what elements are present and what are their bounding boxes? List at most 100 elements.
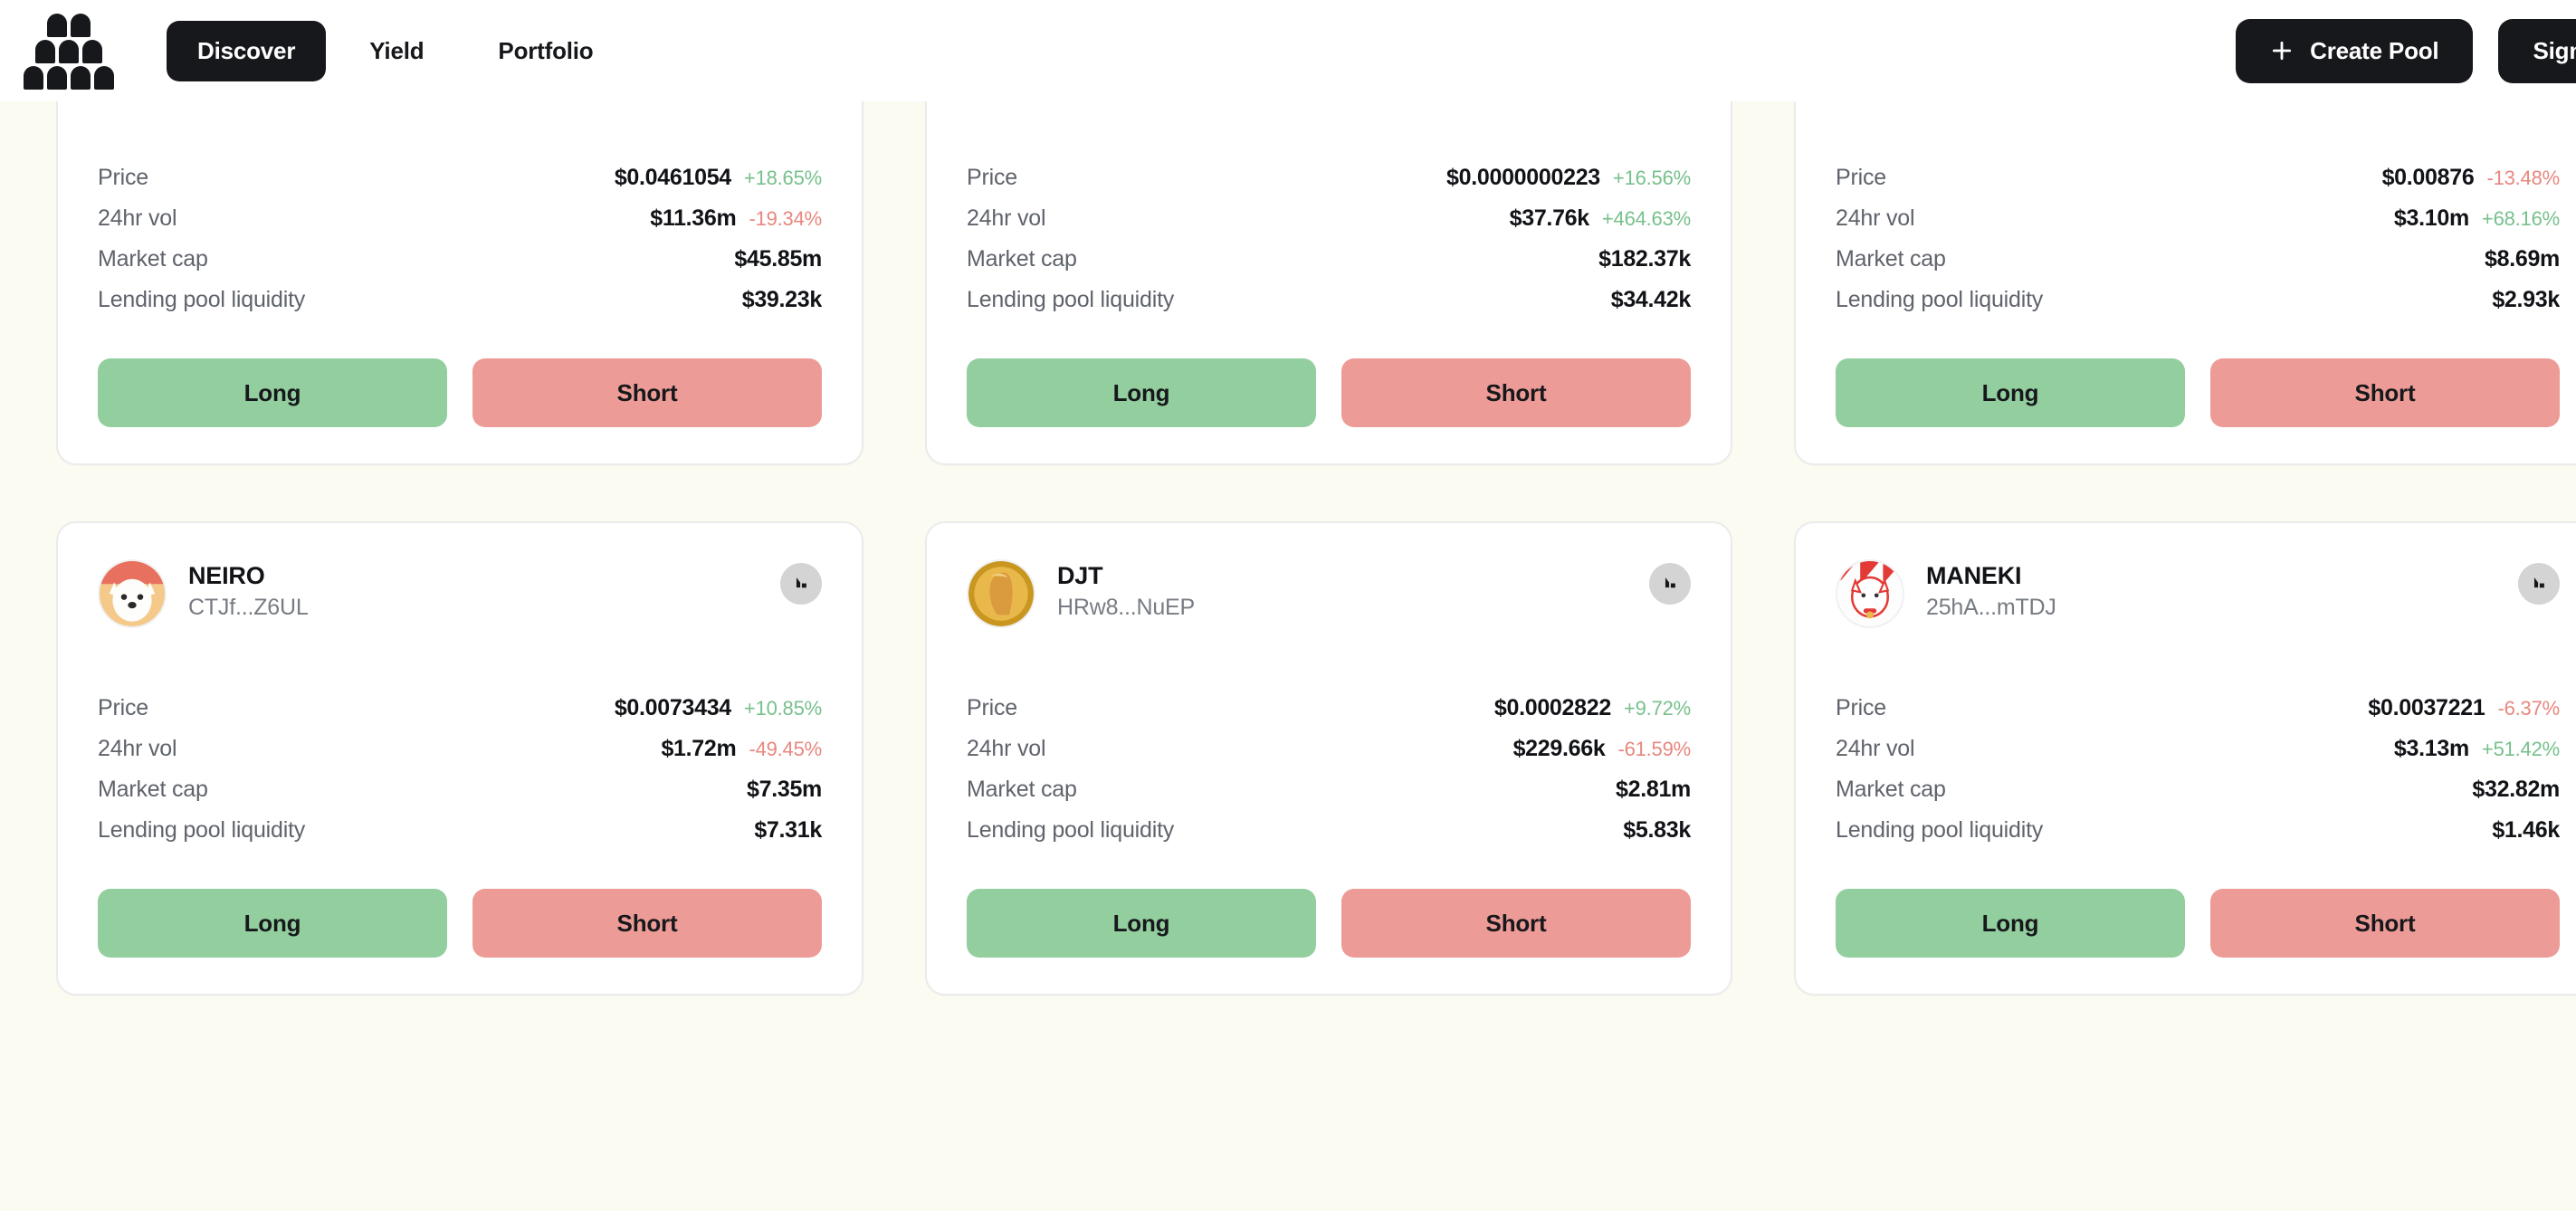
- stat-row-volume: 24hr vol $229.66k -61.59%: [967, 729, 1691, 769]
- token-actions: Long Short: [1836, 889, 2560, 958]
- token-address[interactable]: HRw8...NuEP: [1057, 594, 1195, 621]
- token-stats: Price $0.0000000223 +16.56% 24hr vol $37…: [967, 157, 1691, 320]
- create-pool-button[interactable]: Create Pool: [2236, 18, 2474, 83]
- stat-delta-price: +18.65%: [743, 167, 822, 189]
- stat-value-marketcap: $8.69m: [2485, 246, 2560, 272]
- stat-value-marketcap: $32.82m: [2472, 777, 2560, 802]
- long-button[interactable]: Long: [967, 358, 1316, 427]
- stat-value-group: $0.0037221 -6.37%: [2368, 695, 2560, 721]
- stat-label-liquidity: Lending pool liquidity: [98, 287, 306, 312]
- short-button[interactable]: Short: [1341, 358, 1691, 427]
- stat-value-price: $0.0073434: [614, 695, 731, 720]
- stat-label-marketcap: Market cap: [1836, 777, 1946, 802]
- token-stats: Price $0.0037221 -6.37% 24hr vol $3.13m …: [1836, 688, 2560, 851]
- stat-value-group: $0.0073434 +10.85%: [615, 695, 822, 721]
- stat-value-volume: $37.76k: [1509, 205, 1590, 231]
- logo-row-top: [24, 14, 119, 37]
- stat-label-volume: 24hr vol: [98, 736, 177, 761]
- stat-row-marketcap: Market cap $182.37k: [967, 239, 1691, 280]
- app-logo[interactable]: [24, 12, 119, 90]
- nav-tab-yield[interactable]: Yield: [339, 21, 454, 81]
- short-button[interactable]: Short: [472, 358, 822, 427]
- stat-label-marketcap: Market cap: [967, 777, 1077, 802]
- header-actions: Create Pool Sign: [2236, 0, 2576, 101]
- stat-value-group: $7.35m: [747, 777, 822, 803]
- candlestick-glyph: [796, 577, 806, 588]
- stat-value-price: $0.0037221: [2368, 695, 2485, 720]
- token-address[interactable]: CTJf...Z6UL: [188, 594, 309, 621]
- short-button[interactable]: Short: [2210, 358, 2560, 427]
- stat-value-liquidity: $7.31k: [754, 817, 822, 843]
- stat-delta-price: +16.56%: [1612, 167, 1691, 189]
- token-actions: Long Short: [98, 358, 822, 427]
- stat-value-group: $3.13m +51.42%: [2394, 736, 2560, 762]
- long-button[interactable]: Long: [1836, 889, 2185, 958]
- stat-row-volume: 24hr vol $37.76k +464.63%: [967, 198, 1691, 239]
- token-card-djt-4[interactable]: DJT HRw8...NuEP Price $0.0002822 +9.72% …: [925, 521, 1732, 996]
- stat-value-group: $39.23k: [742, 287, 823, 313]
- stat-value-group: $11.36m -19.34%: [650, 205, 822, 232]
- token-stats: Price $0.0002822 +9.72% 24hr vol $229.66…: [967, 688, 1691, 851]
- stat-label-marketcap: Market cap: [98, 246, 208, 272]
- long-button[interactable]: Long: [967, 889, 1316, 958]
- stat-label-price: Price: [98, 695, 148, 720]
- token-actions: Long Short: [98, 889, 822, 958]
- stat-delta-volume: +68.16%: [2481, 207, 2560, 230]
- long-button[interactable]: Long: [1836, 358, 2185, 427]
- stat-label-liquidity: Lending pool liquidity: [967, 287, 1175, 312]
- stat-label-price: Price: [967, 165, 1017, 190]
- stat-value-group: $229.66k -61.59%: [1513, 736, 1692, 762]
- stat-delta-volume: -19.34%: [749, 207, 822, 230]
- logo-brick: [71, 14, 91, 37]
- stat-row-price: Price $0.0461054 +18.65%: [98, 157, 822, 198]
- stat-row-volume: 24hr vol $3.10m +68.16%: [1836, 198, 2560, 239]
- stat-value-liquidity: $34.42k: [1610, 287, 1692, 312]
- stat-value-group: $3.10m +68.16%: [2394, 205, 2560, 232]
- stat-row-volume: 24hr vol $3.13m +51.42%: [1836, 729, 2560, 769]
- stat-value-volume: $1.72m: [661, 736, 737, 761]
- stat-row-marketcap: Market cap $32.82m: [1836, 769, 2560, 810]
- stat-delta-volume: -61.59%: [1617, 738, 1691, 760]
- stat-value-marketcap: $45.85m: [734, 246, 822, 272]
- chart-icon[interactable]: [1649, 563, 1691, 605]
- logo-brick: [35, 40, 55, 63]
- stat-label-price: Price: [967, 695, 1017, 720]
- short-button[interactable]: Short: [472, 889, 822, 958]
- logo-row-mid: [24, 40, 119, 63]
- token-address[interactable]: 25hA...mTDJ: [1926, 594, 2056, 621]
- stat-value-group: $7.31k: [754, 817, 822, 844]
- stat-value-volume: $11.36m: [650, 205, 737, 231]
- stat-row-price: Price $0.00876 -13.48%: [1836, 157, 2560, 198]
- stat-row-liquidity: Lending pool liquidity $2.93k: [1836, 280, 2560, 320]
- long-button[interactable]: Long: [98, 889, 447, 958]
- nav-tab-discover[interactable]: Discover: [167, 20, 327, 81]
- logo-brick: [59, 40, 79, 63]
- short-button[interactable]: Short: [1341, 889, 1691, 958]
- stat-value-group: $2.93k: [2492, 287, 2560, 313]
- main-nav: Discover Yield Portfolio: [167, 20, 625, 81]
- stat-row-liquidity: Lending pool liquidity $5.83k: [967, 810, 1691, 851]
- token-symbol: MANEKI: [1926, 562, 2022, 589]
- stat-delta-price: +10.85%: [743, 697, 822, 720]
- chart-icon[interactable]: [2518, 563, 2560, 605]
- stat-label-liquidity: Lending pool liquidity: [1836, 817, 2044, 843]
- token-actions: Long Short: [1836, 358, 2560, 427]
- nav-tab-portfolio[interactable]: Portfolio: [467, 21, 624, 81]
- token-card-neiro-3[interactable]: NEIRO CTJf...Z6UL Price $0.0073434 +10.8…: [56, 521, 863, 996]
- long-button[interactable]: Long: [98, 358, 447, 427]
- stat-value-group: $1.46k: [2492, 817, 2560, 844]
- candlestick-glyph: [2533, 577, 2544, 588]
- shiba-avatar: [98, 559, 167, 628]
- token-card-row: NEIRO CTJf...Z6UL Price $0.0073434 +10.8…: [56, 521, 2576, 996]
- candlestick-glyph: [1665, 577, 1675, 588]
- short-button[interactable]: Short: [2210, 889, 2560, 958]
- stat-label-liquidity: Lending pool liquidity: [98, 817, 306, 843]
- stat-value-liquidity: $5.83k: [1623, 817, 1691, 843]
- sign-in-button[interactable]: Sign: [2498, 18, 2576, 83]
- stat-row-volume: 24hr vol $11.36m -19.34%: [98, 198, 822, 239]
- token-stats: Price $0.00876 -13.48% 24hr vol $3.10m +…: [1836, 157, 2560, 320]
- stat-row-price: Price $0.0037221 -6.37%: [1836, 688, 2560, 729]
- chart-icon[interactable]: [780, 563, 822, 605]
- token-card-maneki-5[interactable]: MANEKI 25hA...mTDJ Price $0.0037221 -6.3…: [1794, 521, 2576, 996]
- coin-avatar: [967, 559, 1035, 628]
